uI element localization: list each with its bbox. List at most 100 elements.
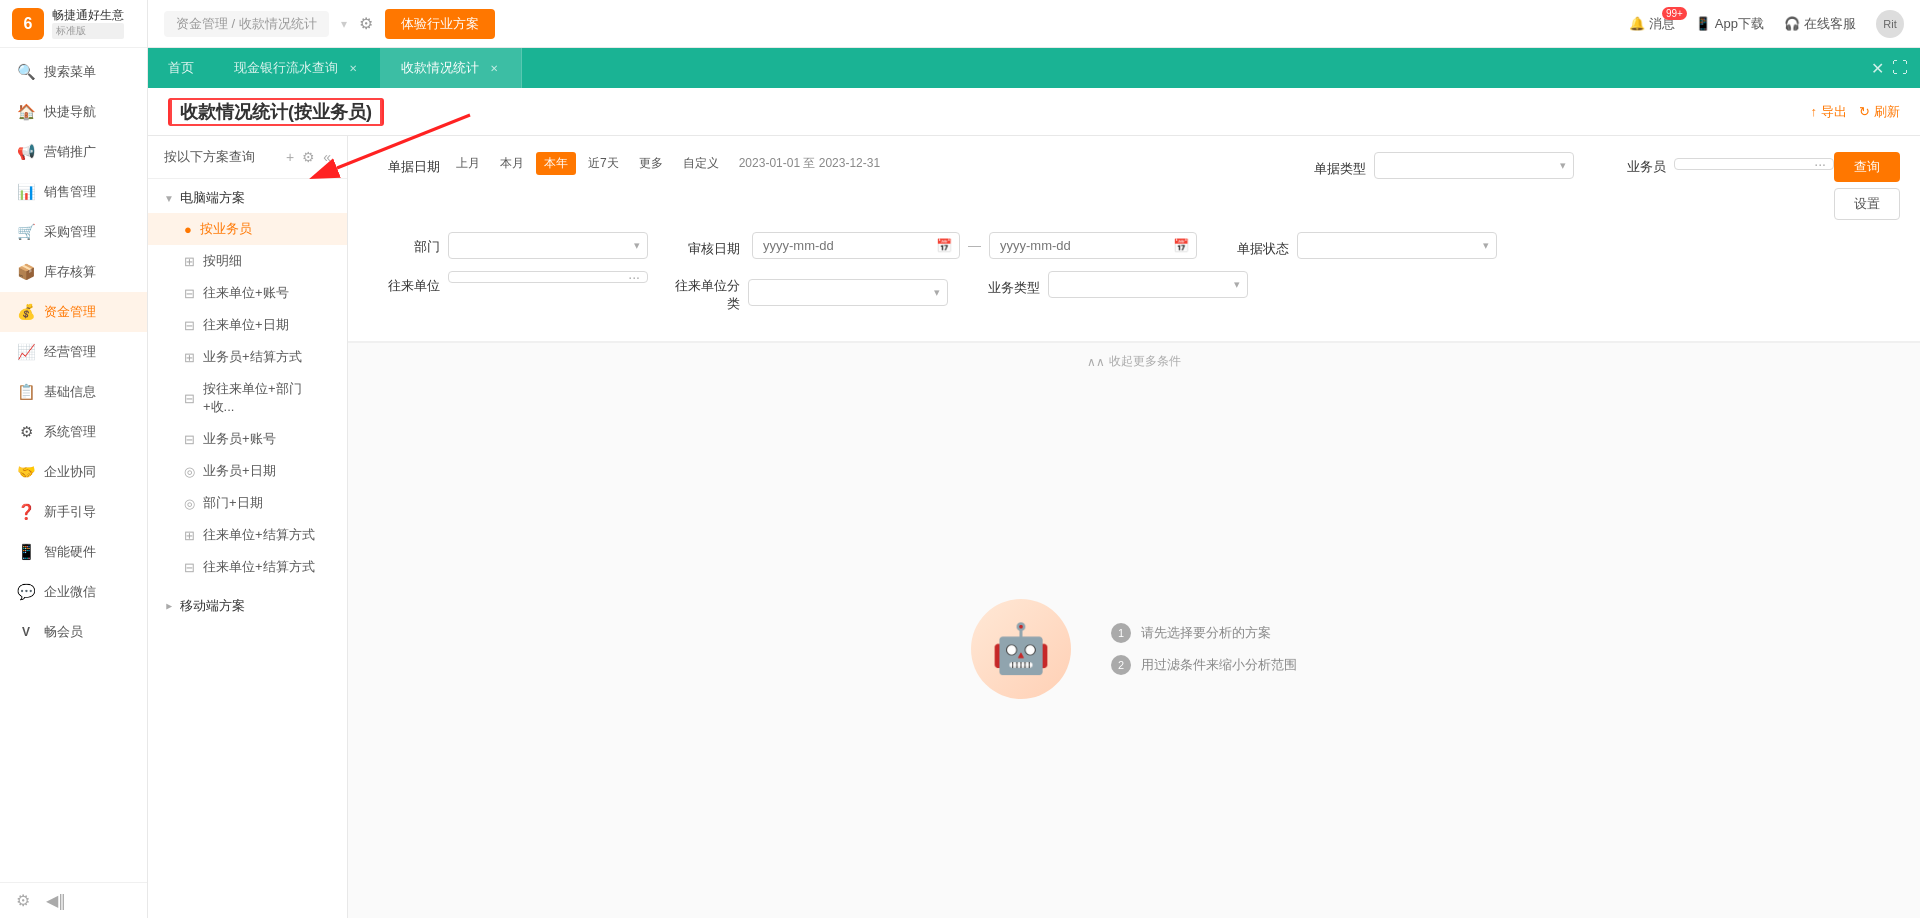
scheme-item-unit-settle1[interactable]: ⊞ 往来单位+结算方式: [148, 519, 347, 551]
collapse-panel-icon[interactable]: «: [323, 149, 331, 165]
sidebar-item-hardware[interactable]: 📱 智能硬件: [0, 532, 147, 572]
online-service-button[interactable]: 🎧 在线客服: [1784, 15, 1856, 33]
salesman-label: 业务员: [1594, 152, 1674, 176]
sidebar-item-marketing[interactable]: 📢 营销推广: [0, 132, 147, 172]
biz-type-select-wrapper: ▾: [1048, 271, 1248, 298]
biz-type-select[interactable]: [1048, 271, 1248, 298]
desktop-scheme-group-header[interactable]: ▼ 电脑端方案: [148, 183, 347, 213]
export-button[interactable]: ↑ 导出: [1811, 103, 1848, 121]
collapse-label: 收起更多条件: [1109, 353, 1181, 370]
date-tab-thisyear[interactable]: 本年: [536, 152, 576, 175]
sidebar-item-label: 库存核算: [44, 263, 96, 281]
review-date-start-input[interactable]: [752, 232, 960, 259]
dept-select[interactable]: [448, 232, 648, 259]
scheme-item-unit-date[interactable]: ⊟ 往来单位+日期: [148, 309, 347, 341]
date-tab-thismonth[interactable]: 本月: [492, 152, 532, 175]
page-title-bar: 收款情况统计(按业务员) ↑ 导出 ↻ 刷新: [148, 88, 1920, 136]
doc-type-select-wrapper: ▾: [1374, 152, 1574, 179]
scheme-item-salesman-date[interactable]: ◎ 业务员+日期: [148, 455, 347, 487]
tab-receipt-close-icon[interactable]: ✕: [487, 61, 501, 75]
doc-type-select[interactable]: [1374, 152, 1574, 179]
scheme-clock-icon: ◎: [184, 464, 195, 479]
trial-button[interactable]: 体验行业方案: [385, 9, 495, 39]
collapse-sidebar-icon[interactable]: ◀‖: [46, 891, 66, 910]
mobile-scheme-label: 移动端方案: [180, 597, 245, 615]
scheme-item-label: 往来单位+结算方式: [203, 558, 315, 576]
query-button[interactable]: 查询: [1834, 152, 1900, 182]
doc-status-select[interactable]: [1297, 232, 1497, 259]
counterpart-input[interactable]: [448, 271, 648, 283]
salesman-input[interactable]: [1674, 158, 1834, 170]
page-content: 收款情况统计(按业务员) ↑ 导出 ↻ 刷新 按以下方案查询: [148, 88, 1920, 918]
scheme-settings-icon[interactable]: ⚙: [302, 149, 315, 165]
sidebar-item-operations[interactable]: 📈 经营管理: [0, 332, 147, 372]
counterpart-label: 往来单位: [368, 271, 448, 295]
user-avatar[interactable]: Rit: [1876, 10, 1904, 38]
sidebar-item-label: 销售管理: [44, 183, 96, 201]
tab-fullscreen-icon[interactable]: ⛶: [1892, 59, 1908, 77]
filter-panel-icons: + ⚙ «: [286, 149, 331, 165]
sidebar-item-collab[interactable]: 🤝 企业协同: [0, 452, 147, 492]
result-steps: 1 请先选择要分析的方案 2 用过滤条件来缩小分析范围: [1111, 623, 1297, 675]
sidebar-item-basicinfo[interactable]: 📋 基础信息: [0, 372, 147, 412]
download-icon: 📱: [1695, 16, 1711, 31]
tab-receipt[interactable]: 收款情况统计 ✕: [381, 48, 522, 88]
sidebar-item-quicknav[interactable]: 🏠 快捷导航: [0, 92, 147, 132]
date-tab-lastmonth[interactable]: 上月: [448, 152, 488, 175]
add-scheme-icon[interactable]: +: [286, 149, 294, 165]
marketing-icon: 📢: [16, 142, 36, 162]
notification-count: 99+: [1662, 7, 1687, 20]
home-icon: 🏠: [16, 102, 36, 122]
tab-close-all-icon[interactable]: ✕: [1871, 59, 1884, 78]
filter-panel-title: 按以下方案查询: [164, 148, 255, 166]
sidebar-item-finance[interactable]: 💰 资金管理: [0, 292, 147, 332]
sidebar-item-guide[interactable]: ❓ 新手引导: [0, 492, 147, 532]
dropdown-arrow-icon[interactable]: ▾: [341, 17, 347, 31]
scheme-item-label: 部门+日期: [203, 494, 263, 512]
scheme-item-unit-settle2[interactable]: ⊟ 往来单位+结算方式: [148, 551, 347, 583]
date-tab-custom[interactable]: 自定义: [675, 152, 727, 175]
sidebar-item-system[interactable]: ⚙ 系统管理: [0, 412, 147, 452]
scheme-item-unit-account[interactable]: ⊟ 往来单位+账号: [148, 277, 347, 309]
app-download-button[interactable]: 📱 App下载: [1695, 15, 1764, 33]
counterpart-category-select[interactable]: [748, 279, 948, 306]
mobile-scheme-group-header[interactable]: ▼ 移动端方案: [148, 591, 347, 621]
sidebar-item-wechat[interactable]: 💬 企业微信: [0, 572, 147, 612]
tab-cashflow-close-icon[interactable]: ✕: [346, 61, 360, 75]
scheme-item-dept-date[interactable]: ◎ 部门+日期: [148, 487, 347, 519]
filter-panel: 按以下方案查询 + ⚙ « ▼ 电脑端方案 ● 按业务员: [148, 136, 348, 918]
tab-cashflow[interactable]: 现金银行流水查询 ✕: [214, 48, 381, 88]
sidebar-item-search[interactable]: 🔍 搜索菜单: [0, 52, 147, 92]
sidebar-item-member[interactable]: V 畅会员: [0, 612, 147, 652]
app-download-label: App下载: [1715, 15, 1764, 33]
bell-icon: 🔔: [1629, 16, 1645, 31]
step-1-number: 1: [1111, 623, 1131, 643]
refresh-button[interactable]: ↻ 刷新: [1859, 103, 1900, 121]
online-service-label: 在线客服: [1804, 15, 1856, 33]
scheme-item-by-detail[interactable]: ⊞ 按明细: [148, 245, 347, 277]
sidebar-item-purchase[interactable]: 🛒 采购管理: [0, 212, 147, 252]
sidebar-item-sales[interactable]: 📊 销售管理: [0, 172, 147, 212]
scheme-item-label: 业务员+账号: [203, 430, 276, 448]
doc-status-select-wrapper: ▾: [1297, 232, 1497, 259]
top-header: 资金管理 / 收款情况统计 ▾ ⚙ 体验行业方案 🔔 消息 99+ 📱 App下…: [148, 0, 1920, 48]
scheme-item-salesman-settle[interactable]: ⊞ 业务员+结算方式: [148, 341, 347, 373]
tab-home[interactable]: 首页: [148, 48, 214, 88]
settings-button[interactable]: 设置: [1834, 188, 1900, 220]
date-tab-more[interactable]: 更多: [631, 152, 671, 175]
header-gear-icon[interactable]: ⚙: [359, 14, 373, 33]
date-tab-7days[interactable]: 近7天: [580, 152, 627, 175]
notifications-button[interactable]: 🔔 消息 99+: [1629, 15, 1675, 33]
scheme-item-unit-dept-recv[interactable]: ⊟ 按往来单位+部门+收...: [148, 373, 347, 423]
sidebar-item-label: 快捷导航: [44, 103, 96, 121]
sidebar-item-inventory[interactable]: 📦 库存核算: [0, 252, 147, 292]
biz-type-label: 业务类型: [968, 273, 1048, 297]
scheme-item-salesman-account[interactable]: ⊟ 业务员+账号: [148, 423, 347, 455]
collapse-bar[interactable]: ∧∧ 收起更多条件: [348, 342, 1920, 380]
scheme-item-by-salesman[interactable]: ● 按业务员: [148, 213, 347, 245]
settings-icon[interactable]: ⚙: [16, 891, 30, 910]
review-date-end-input[interactable]: [989, 232, 1197, 259]
refresh-label: 刷新: [1874, 103, 1900, 121]
tab-cashflow-label: 现金银行流水查询: [234, 59, 338, 77]
tab-home-label: 首页: [168, 59, 194, 77]
